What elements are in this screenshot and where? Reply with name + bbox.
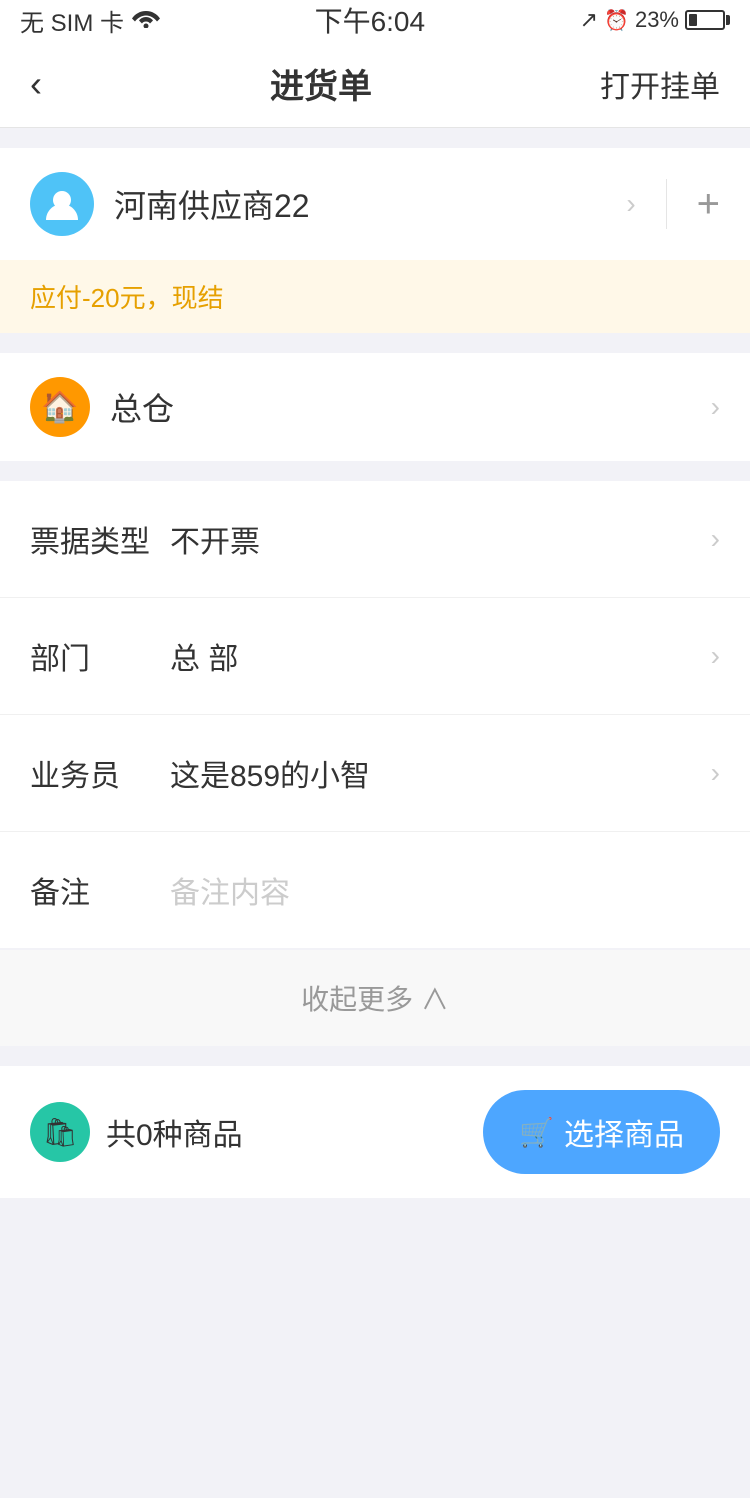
warehouse-chevron-icon: › (711, 391, 720, 423)
collapse-row[interactable]: 收起更多 ∧ (0, 950, 750, 1046)
invoice-value: 不开票 (150, 517, 711, 561)
dept-chevron-icon: › (711, 640, 720, 672)
bottom-bar: 🛍 共0种商品 🛒 选择商品 (0, 1066, 750, 1198)
invoice-chevron-icon: › (711, 523, 720, 555)
supplier-avatar (30, 172, 94, 236)
product-count-wrap: 🛍 共0种商品 (30, 1102, 243, 1162)
warehouse-name: 总仓 (110, 384, 711, 430)
dept-value: 总 部 (150, 634, 711, 678)
dept-row[interactable]: 部门 总 部 › (0, 598, 750, 715)
salesman-row[interactable]: 业务员 这是859的小智 › (0, 715, 750, 832)
select-product-button[interactable]: 🛒 选择商品 (483, 1090, 720, 1174)
product-count-text: 共0种商品 (106, 1110, 243, 1154)
warehouse-row[interactable]: 🏠 总仓 › (0, 353, 750, 461)
status-right: ↗ ⏰ 23% (580, 7, 730, 33)
warehouse-section: 🏠 总仓 › (0, 353, 750, 461)
nav-bar: ‹ 进货单 打开挂单 (0, 40, 750, 128)
add-supplier-button[interactable]: + (697, 182, 720, 227)
status-left: 无 SIM 卡 (20, 3, 160, 38)
open-pending-button[interactable]: 打开挂单 (600, 62, 720, 106)
back-button[interactable]: ‹ (30, 63, 42, 105)
invoice-label: 票据类型 (30, 517, 150, 561)
product-icon-wrap: 🛍 (30, 1102, 90, 1162)
warehouse-icon: 🏠 (41, 390, 78, 425)
status-time: 下午6:04 (315, 0, 426, 40)
vertical-divider (666, 179, 667, 229)
remark-label: 备注 (30, 868, 150, 912)
page-background (0, 1198, 750, 1498)
location-icon: ↗ (580, 7, 598, 33)
status-bar: 无 SIM 卡 下午6:04 ↗ ⏰ 23% (0, 0, 750, 40)
invoice-row[interactable]: 票据类型 不开票 › (0, 481, 750, 598)
alarm-icon: ⏰ (604, 8, 629, 33)
supplier-chevron-icon: › (626, 188, 635, 220)
salesman-label: 业务员 (30, 751, 150, 795)
page-title: 进货单 (270, 59, 372, 108)
dept-label: 部门 (30, 634, 150, 678)
supplier-actions: › + (626, 179, 720, 229)
battery-percent: 23% (635, 7, 679, 33)
supplier-section: 河南供应商22 › + 应付-20元，现结 (0, 148, 750, 333)
salesman-value: 这是859的小智 (150, 751, 711, 795)
remark-input[interactable]: 备注内容 (150, 868, 720, 912)
select-product-label: 选择商品 (564, 1110, 684, 1154)
product-icon: 🛍 (42, 1116, 78, 1149)
supplier-row[interactable]: 河南供应商22 › + (0, 148, 750, 260)
supplier-name: 河南供应商22 (114, 181, 626, 227)
carrier-text: 无 SIM 卡 (20, 3, 124, 38)
remark-row[interactable]: 备注 备注内容 (0, 832, 750, 948)
salesman-chevron-icon: › (711, 757, 720, 789)
select-product-icon: 🛒 (519, 1116, 554, 1149)
form-section: 票据类型 不开票 › 部门 总 部 › 业务员 这是859的小智 › 备注 备注… (0, 481, 750, 948)
notice-bar: 应付-20元，现结 (0, 260, 750, 333)
battery-icon (685, 10, 730, 30)
wifi-icon (132, 6, 160, 35)
section-gap-1 (0, 128, 750, 148)
warehouse-icon-wrap: 🏠 (30, 377, 90, 437)
